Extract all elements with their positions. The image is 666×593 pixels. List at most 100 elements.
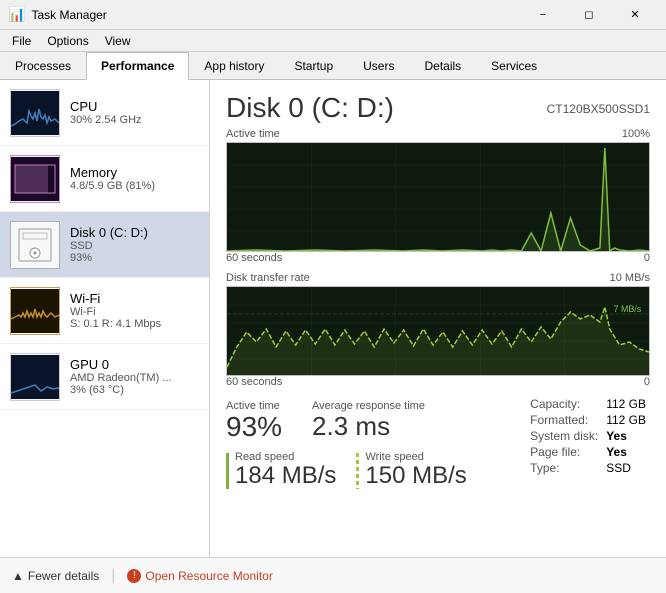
tab-users[interactable]: Users — [348, 52, 409, 79]
type-row: Type: SSD — [526, 460, 650, 476]
active-time-stat: Active time 93% — [226, 400, 282, 443]
chevron-up-icon: ▲ — [12, 569, 24, 583]
menu-options[interactable]: Options — [39, 32, 96, 49]
fewer-details-button[interactable]: ▲ Fewer details — [12, 569, 99, 583]
read-speed-label: Read speed — [235, 451, 336, 463]
chart1-time-labels: 60 seconds 0 — [226, 252, 650, 264]
content-area: CPU 30% 2.54 GHz Memory 4.8/5.9 GB (81%) — [0, 80, 666, 557]
memory-label: Memory — [70, 165, 199, 180]
read-speed-value: 184 MB/s — [235, 463, 336, 489]
chart1-time-right: 0 — [644, 252, 650, 264]
gpu-name: AMD Radeon(TM) ... — [70, 372, 199, 384]
cpu-thumbnail — [10, 89, 60, 137]
app-title: Task Manager — [31, 8, 106, 22]
capacity-row: Capacity: 112 GB — [526, 396, 650, 412]
transfer-rate-chart: 7 MB/s — [226, 286, 650, 376]
open-monitor-label: Open Resource Monitor — [145, 569, 272, 583]
memory-thumbnail — [10, 155, 60, 203]
system-disk-label: System disk: — [526, 428, 602, 444]
chart2-label-left: Disk transfer rate — [226, 272, 310, 284]
disk-header: Disk 0 (C: D:) CT120BX500SSD1 — [226, 92, 650, 124]
memory-usage: 4.8/5.9 GB (81%) — [70, 180, 199, 192]
active-time-chart — [226, 142, 650, 252]
sidebar-item-gpu[interactable]: GPU 0 AMD Radeon(TM) ... 3% (63 °C) — [0, 344, 209, 410]
write-speed-info: Write speed 150 MB/s — [365, 451, 466, 489]
write-speed-item: Write speed 150 MB/s — [356, 451, 466, 489]
avg-response-stat: Average response time 2.3 ms — [312, 400, 425, 443]
fewer-details-label: Fewer details — [28, 569, 99, 583]
avg-response-value: 2.3 ms — [312, 412, 425, 441]
gpu-thumbnail — [10, 353, 60, 401]
read-speed-item: Read speed 184 MB/s — [226, 451, 336, 489]
tab-startup[interactable]: Startup — [279, 52, 348, 79]
sidebar-item-memory[interactable]: Memory 4.8/5.9 GB (81%) — [0, 146, 209, 212]
open-resource-monitor-link[interactable]: ! Open Resource Monitor — [127, 569, 272, 583]
chart1-time-left: 60 seconds — [226, 252, 282, 264]
sidebar-item-disk[interactable]: Disk 0 (C: D:) SSD 93% — [0, 212, 209, 278]
monitor-icon: ! — [127, 569, 141, 583]
memory-info: Memory 4.8/5.9 GB (81%) — [70, 165, 199, 192]
type-value: SSD — [602, 460, 650, 476]
sidebar-item-cpu[interactable]: CPU 30% 2.54 GHz — [0, 80, 209, 146]
disk-usage: 93% — [70, 252, 199, 264]
system-disk-row: System disk: Yes — [526, 428, 650, 444]
active-time-chart-container: Active time 100% — [226, 128, 650, 264]
write-speed-label: Write speed — [365, 451, 466, 463]
capacity-value: 112 GB — [602, 396, 650, 412]
gpu-usage: 3% (63 °C) — [70, 384, 199, 396]
disk-properties: Capacity: 112 GB Formatted: 112 GB Syste… — [526, 396, 650, 476]
wifi-speed: S: 0.1 R: 4.1 Mbps — [70, 318, 199, 330]
cpu-usage: 30% 2.54 GHz — [70, 114, 199, 126]
bottom-separator: | — [111, 567, 115, 585]
active-time-svg — [227, 143, 649, 252]
type-label: Type: — [526, 460, 602, 476]
cpu-info: CPU 30% 2.54 GHz — [70, 99, 199, 126]
stats-section: Active time 93% Average response time 2.… — [226, 396, 650, 489]
tab-app-history[interactable]: App history — [189, 52, 279, 79]
chart2-label-right: 10 MB/s — [610, 272, 650, 284]
transfer-rate-svg: 7 MB/s — [227, 287, 649, 376]
gpu-info: GPU 0 AMD Radeon(TM) ... 3% (63 °C) — [70, 357, 199, 396]
formatted-value: 112 GB — [602, 412, 650, 428]
disk-info: Disk 0 (C: D:) SSD 93% — [70, 225, 199, 264]
close-button[interactable]: ✕ — [612, 0, 658, 30]
wifi-thumbnail — [10, 287, 60, 335]
chart2-time-labels: 60 seconds 0 — [226, 376, 650, 388]
chart1-label-right: 100% — [622, 128, 650, 140]
page-file-row: Page file: Yes — [526, 444, 650, 460]
write-speed-value: 150 MB/s — [365, 463, 466, 489]
app-icon: 📊 — [8, 6, 25, 23]
disk-model: CT120BX500SSD1 — [547, 102, 650, 116]
tab-performance[interactable]: Performance — [86, 52, 189, 80]
wifi-info: Wi-Fi Wi-Fi S: 0.1 R: 4.1 Mbps — [70, 291, 199, 330]
write-speed-indicator — [356, 453, 359, 489]
menu-file[interactable]: File — [4, 32, 39, 49]
title-bar: 📊 Task Manager − ◻ ✕ — [0, 0, 666, 30]
restore-button[interactable]: ◻ — [566, 0, 612, 30]
chart1-label-left: Active time — [226, 128, 280, 140]
tab-processes[interactable]: Processes — [0, 52, 86, 79]
active-time-row: Active time 93% Average response time 2.… — [226, 400, 526, 443]
tab-services[interactable]: Services — [476, 52, 552, 79]
disk-title: Disk 0 (C: D:) — [226, 92, 394, 124]
chart2-time-right: 0 — [644, 376, 650, 388]
chart1-labels: Active time 100% — [226, 128, 650, 140]
read-speed-info: Read speed 184 MB/s — [235, 451, 336, 489]
properties-table: Capacity: 112 GB Formatted: 112 GB Syste… — [526, 396, 650, 476]
disk-type: SSD — [70, 240, 199, 252]
disk-thumbnail — [10, 221, 60, 269]
capacity-label: Capacity: — [526, 396, 602, 412]
transfer-rate-chart-container: Disk transfer rate 10 MB/s — [226, 272, 650, 388]
sidebar-item-wifi[interactable]: Wi-Fi Wi-Fi S: 0.1 R: 4.1 Mbps — [0, 278, 209, 344]
active-time-value: 93% — [226, 412, 282, 443]
tab-details[interactable]: Details — [409, 52, 476, 79]
sidebar: CPU 30% 2.54 GHz Memory 4.8/5.9 GB (81%) — [0, 80, 210, 557]
read-speed-indicator — [226, 453, 229, 489]
stats-left: Active time 93% Average response time 2.… — [226, 396, 526, 489]
menu-view[interactable]: View — [97, 32, 139, 49]
formatted-row: Formatted: 112 GB — [526, 412, 650, 428]
wifi-label: Wi-Fi — [70, 291, 199, 306]
minimize-button[interactable]: − — [520, 0, 566, 30]
page-file-label: Page file: — [526, 444, 602, 460]
speed-section: Read speed 184 MB/s Write speed 150 MB/s — [226, 451, 526, 489]
